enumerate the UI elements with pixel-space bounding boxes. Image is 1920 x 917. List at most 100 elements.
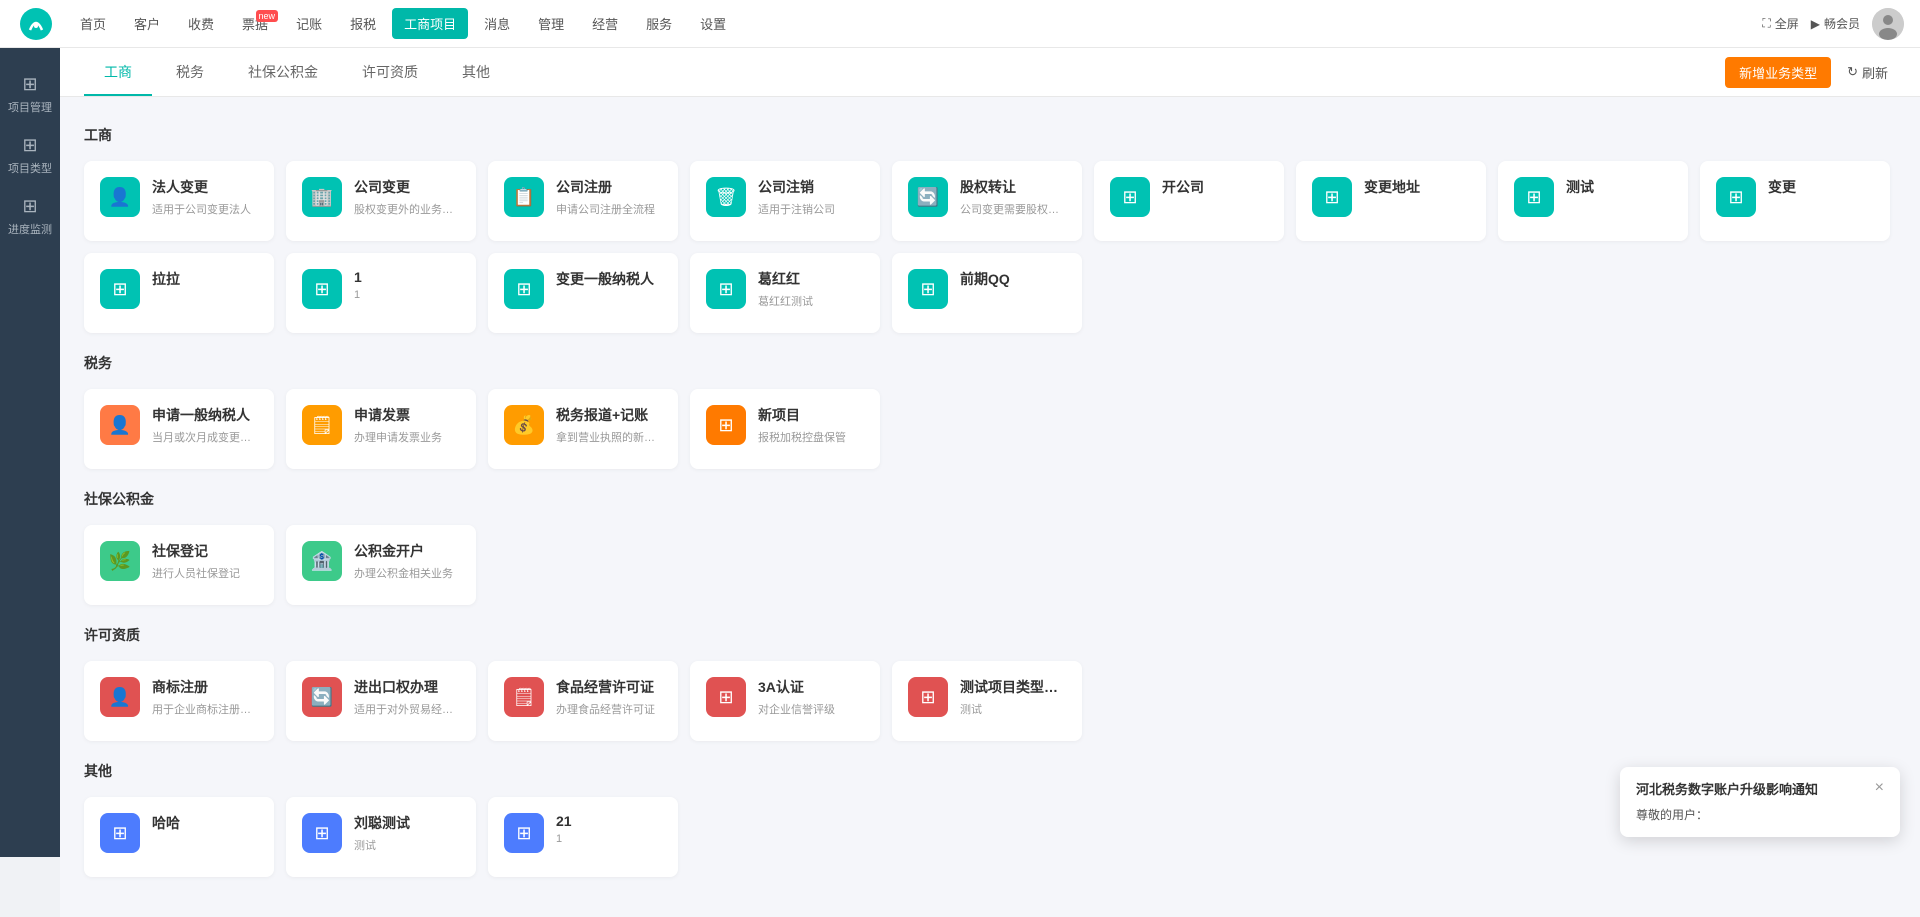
cards-grid-industry-section: 👤法人变更适用于公司变更法人🏢公司变更股权变更外的业务变更📋公司注册申请公司注册… bbox=[84, 161, 1896, 333]
card-title-pre-qq: 前期QQ bbox=[960, 269, 1066, 289]
card-info-new-project: 新项目报税加税控盘保管 bbox=[758, 405, 864, 445]
card-3a-cert[interactable]: ⊞ 3A认证对企业信誉评级 bbox=[690, 661, 880, 741]
card-icon-equity-transfer: 🔄 bbox=[908, 177, 948, 217]
card-icon-legal-change: 👤 bbox=[100, 177, 140, 217]
add-type-button[interactable]: 新增业务类型 bbox=[1725, 57, 1831, 88]
nav-item-services[interactable]: 服务 bbox=[634, 8, 684, 39]
nav-item-home[interactable]: 首页 bbox=[68, 8, 118, 39]
tab-tax-tab[interactable]: 税务 bbox=[156, 48, 224, 96]
tab-industry-tab[interactable]: 工商 bbox=[84, 48, 152, 96]
avatar[interactable] bbox=[1872, 8, 1904, 40]
nav-item-settings[interactable]: 设置 bbox=[688, 8, 738, 39]
card-desc-3a-cert: 对企业信誉评级 bbox=[758, 701, 864, 717]
card-company-change[interactable]: 🏢公司变更股权变更外的业务变更 bbox=[286, 161, 476, 241]
card-info-test: 测试 bbox=[1566, 177, 1672, 201]
nav-item-clients[interactable]: 客户 bbox=[122, 8, 172, 39]
tab-licenses[interactable]: 许可资质 bbox=[342, 48, 438, 96]
card-company-reg[interactable]: 📋公司注册申请公司注册全流程 bbox=[488, 161, 678, 241]
card-desc-apply-invoice: 办理申请发票业务 bbox=[354, 429, 460, 445]
sidebar-item-project-type[interactable]: ⊞ 项目类型 bbox=[0, 125, 60, 186]
card-title-haha: 哈哈 bbox=[152, 813, 258, 833]
card-info-twenty-one: 211 bbox=[556, 813, 662, 845]
nav-item-tickets[interactable]: 票据new bbox=[230, 8, 280, 39]
card-info-company-change: 公司变更股权变更外的业务变更 bbox=[354, 177, 460, 217]
section-title-industry-section: 工商 bbox=[84, 125, 1896, 145]
card-title-food-permit: 食品经营许可证 bbox=[556, 677, 662, 697]
sidebar-icon-project-type: ⊞ bbox=[22, 135, 37, 156]
card-gehonghong[interactable]: ⊞葛红红葛红红测试 bbox=[690, 253, 880, 333]
sidebar-item-project-mgmt[interactable]: ⊞项目管理 bbox=[0, 64, 60, 125]
card-icon-haha: ⊞ bbox=[100, 813, 140, 853]
card-title-social-reg: 社保登记 bbox=[152, 541, 258, 561]
card-lala[interactable]: ⊞拉拉 bbox=[84, 253, 274, 333]
nav-item-tax[interactable]: 报税 bbox=[338, 8, 388, 39]
notification-close-button[interactable]: × bbox=[1875, 779, 1884, 797]
card-info-pre-qq: 前期QQ bbox=[960, 269, 1066, 293]
nav-item-billing[interactable]: 收费 bbox=[176, 8, 226, 39]
card-title-change-taxpayer: 变更一般纳税人 bbox=[556, 269, 662, 289]
refresh-button[interactable]: ↻ 刷新 bbox=[1839, 57, 1896, 88]
card-title-apply-invoice: 申请发票 bbox=[354, 405, 460, 425]
fullscreen-btn[interactable]: ⛶ 全屏 bbox=[1762, 15, 1798, 32]
tab-social-security[interactable]: 社保公积金 bbox=[228, 48, 338, 96]
card-test[interactable]: ⊞测试 bbox=[1498, 161, 1688, 241]
card-import-export[interactable]: 🔄进出口权办理适用于对外贸易经营者 bbox=[286, 661, 476, 741]
card-icon-new-project: ⊞ bbox=[706, 405, 746, 445]
card-icon-change: ⊞ bbox=[1716, 177, 1756, 217]
card-haha[interactable]: ⊞ 哈哈 bbox=[84, 797, 274, 877]
card-title-change-address: 变更地址 bbox=[1364, 177, 1470, 197]
card-info-change-address: 变更地址 bbox=[1364, 177, 1470, 201]
card-open-company[interactable]: ⊞开公司 bbox=[1094, 161, 1284, 241]
card-trademark[interactable]: 👤商标注册用于企业商标注册服务 bbox=[84, 661, 274, 741]
card-apply-invoice[interactable]: 🗒申请发票办理申请发票业务 bbox=[286, 389, 476, 469]
card-info-haha: 哈哈 bbox=[152, 813, 258, 837]
card-food-permit[interactable]: 🗒食品经营许可证办理食品经营许可证 bbox=[488, 661, 678, 741]
sidebar-item-progress-monitor[interactable]: ⊞进度监测 bbox=[0, 186, 60, 247]
card-title-apply-taxpayer: 申请一般纳税人 bbox=[152, 405, 258, 425]
card-fund-open[interactable]: 🏦公积金开户办理公积金相关业务 bbox=[286, 525, 476, 605]
sidebar-label-project-type: 项目类型 bbox=[8, 160, 52, 176]
card-legal-change[interactable]: 👤法人变更适用于公司变更法人 bbox=[84, 161, 274, 241]
card-title-one: 1 bbox=[354, 269, 460, 285]
card-info-open-company: 开公司 bbox=[1162, 177, 1268, 201]
card-company-cancel[interactable]: 🗑公司注销适用于注销公司 bbox=[690, 161, 880, 241]
card-change-address[interactable]: ⊞变更地址 bbox=[1296, 161, 1486, 241]
card-title-fund-open: 公积金开户 bbox=[354, 541, 460, 561]
card-info-3a-cert: 3A认证对企业信誉评级 bbox=[758, 677, 864, 717]
card-apply-taxpayer[interactable]: 👤申请一般纳税人当月或次月成变更完成 bbox=[84, 389, 274, 469]
video-icon: ▶ bbox=[1811, 17, 1820, 31]
card-social-reg[interactable]: 🌿社保登记进行人员社保登记 bbox=[84, 525, 274, 605]
member-btn[interactable]: ▶ 畅会员 bbox=[1811, 15, 1860, 32]
card-change[interactable]: ⊞ 变更 bbox=[1700, 161, 1890, 241]
nav-item-accounting[interactable]: 记账 bbox=[284, 8, 334, 39]
notification-title: 河北税务数字账户升级影响通知 bbox=[1636, 779, 1818, 798]
card-liu-test[interactable]: ⊞刘聪测试测试 bbox=[286, 797, 476, 877]
card-title-change: 变更 bbox=[1768, 177, 1874, 197]
card-desc-legal-change: 适用于公司变更法人 bbox=[152, 201, 258, 217]
card-change-taxpayer[interactable]: ⊞变更一般纳税人 bbox=[488, 253, 678, 333]
card-pre-qq[interactable]: ⊞ 前期QQ bbox=[892, 253, 1082, 333]
nav-item-operations[interactable]: 经营 bbox=[580, 8, 630, 39]
card-info-one: 11 bbox=[354, 269, 460, 301]
card-icon-pre-qq: ⊞ bbox=[908, 269, 948, 309]
nav-item-industry[interactable]: 工商项目 bbox=[392, 8, 468, 39]
card-new-project[interactable]: ⊞ 新项目报税加税控盘保管 bbox=[690, 389, 880, 469]
card-one[interactable]: ⊞11 bbox=[286, 253, 476, 333]
card-equity-transfer[interactable]: 🔄股权转让公司变更需要股权转让 bbox=[892, 161, 1082, 241]
card-test-type-def[interactable]: ⊞测试项目类型定义测试 bbox=[892, 661, 1082, 741]
tab-other[interactable]: 其他 bbox=[442, 48, 510, 96]
card-twenty-one[interactable]: ⊞211 bbox=[488, 797, 678, 877]
nav-item-management[interactable]: 管理 bbox=[526, 8, 576, 39]
sidebar-label-project-mgmt: 项目管理 bbox=[8, 99, 52, 115]
section-title-tax-section: 税务 bbox=[84, 353, 1896, 373]
card-info-tax-report: 税务报道+记账拿到营业执照的新公司 bbox=[556, 405, 662, 445]
card-title-company-reg: 公司注册 bbox=[556, 177, 662, 197]
card-desc-trademark: 用于企业商标注册服务 bbox=[152, 701, 258, 717]
app-logo bbox=[16, 4, 56, 44]
card-icon-fund-open: 🏦 bbox=[302, 541, 342, 581]
card-tax-report[interactable]: 💰税务报道+记账拿到营业执照的新公司 bbox=[488, 389, 678, 469]
card-desc-gehonghong: 葛红红测试 bbox=[758, 293, 864, 309]
card-icon-3a-cert: ⊞ bbox=[706, 677, 746, 717]
card-title-trademark: 商标注册 bbox=[152, 677, 258, 697]
nav-item-messages[interactable]: 消息 bbox=[472, 8, 522, 39]
